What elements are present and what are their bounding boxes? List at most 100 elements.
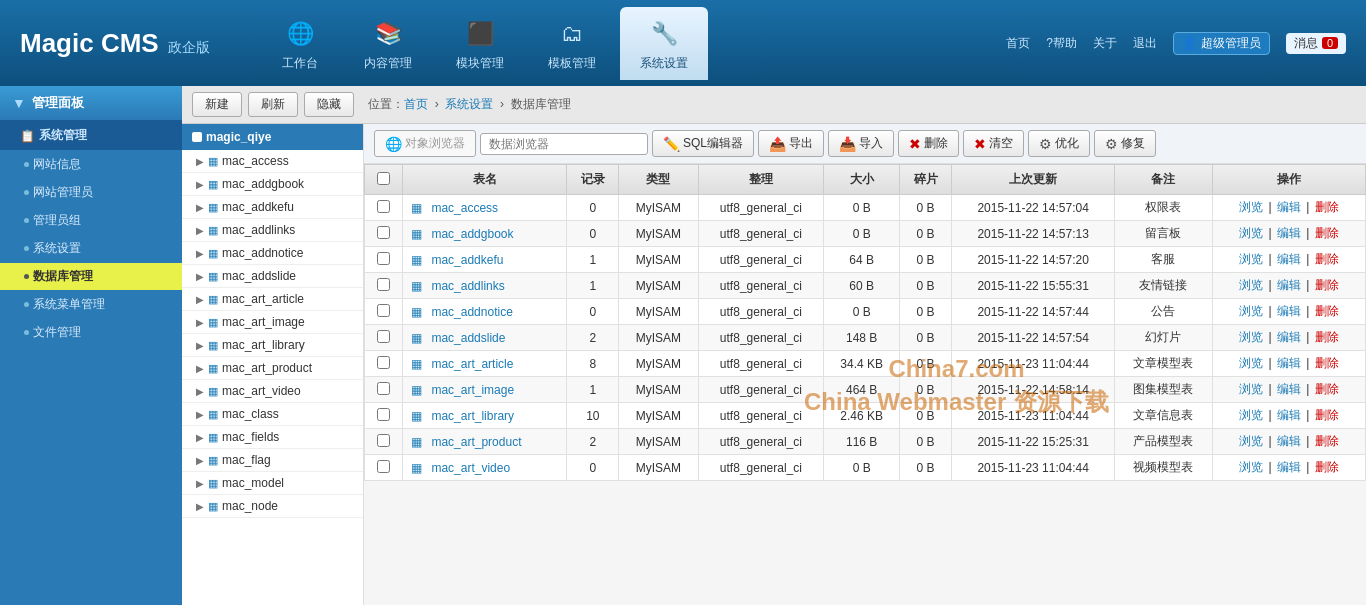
op-browse-link[interactable]: 浏览	[1239, 252, 1263, 266]
new-button[interactable]: 新建	[192, 92, 242, 117]
repair-button[interactable]: ⚙ 修复	[1094, 130, 1156, 157]
sidebar-item-menu-manage[interactable]: 系统菜单管理	[0, 291, 182, 319]
breadcrumb-system[interactable]: 系统设置	[445, 97, 493, 111]
table-name-link[interactable]: mac_art_product	[431, 435, 521, 449]
op-edit-link[interactable]: 编辑	[1277, 226, 1301, 240]
table-name-link[interactable]: mac_art_image	[431, 383, 514, 397]
tree-item[interactable]: ▶ ▦ mac_addgbook	[182, 173, 363, 196]
op-delete-link[interactable]: 删除	[1315, 434, 1339, 448]
hide-button[interactable]: 隐藏	[304, 92, 354, 117]
nav-workbench[interactable]: 🌐 工作台	[260, 7, 340, 80]
op-edit-link[interactable]: 编辑	[1277, 434, 1301, 448]
row-select-checkbox[interactable]	[377, 252, 390, 265]
link-about[interactable]: 关于	[1093, 35, 1117, 52]
op-browse-link[interactable]: 浏览	[1239, 200, 1263, 214]
data-browse-input[interactable]	[480, 133, 648, 155]
op-edit-link[interactable]: 编辑	[1277, 278, 1301, 292]
op-edit-link[interactable]: 编辑	[1277, 356, 1301, 370]
op-browse-link[interactable]: 浏览	[1239, 278, 1263, 292]
table-name-link[interactable]: mac_art_library	[431, 409, 514, 423]
row-select-checkbox[interactable]	[377, 330, 390, 343]
table-name-link[interactable]: mac_art_video	[431, 461, 510, 475]
op-browse-link[interactable]: 浏览	[1239, 356, 1263, 370]
row-select-checkbox[interactable]	[377, 434, 390, 447]
row-select-checkbox[interactable]	[377, 304, 390, 317]
op-edit-link[interactable]: 编辑	[1277, 382, 1301, 396]
sidebar-section-system[interactable]: 📋 系统管理	[0, 121, 182, 151]
op-delete-link[interactable]: 删除	[1315, 382, 1339, 396]
table-name-link[interactable]: mac_addslide	[431, 331, 505, 345]
op-delete-link[interactable]: 删除	[1315, 252, 1339, 266]
sidebar-item-admin-group[interactable]: 管理员组	[0, 207, 182, 235]
table-name-link[interactable]: mac_addlinks	[431, 279, 504, 293]
op-delete-link[interactable]: 删除	[1315, 356, 1339, 370]
refresh-button[interactable]: 刷新	[248, 92, 298, 117]
sidebar-item-db-manage[interactable]: 数据库管理	[0, 263, 182, 291]
row-select-checkbox[interactable]	[377, 356, 390, 369]
row-select-checkbox[interactable]	[377, 460, 390, 473]
op-delete-link[interactable]: 删除	[1315, 460, 1339, 474]
op-delete-link[interactable]: 删除	[1315, 278, 1339, 292]
tree-item[interactable]: ▶ ▦ mac_flag	[182, 449, 363, 472]
table-name-link[interactable]: mac_addkefu	[431, 253, 503, 267]
op-delete-link[interactable]: 删除	[1315, 304, 1339, 318]
op-delete-link[interactable]: 删除	[1315, 200, 1339, 214]
sidebar-item-admin[interactable]: 网站管理员	[0, 179, 182, 207]
tree-item[interactable]: ▶ ▦ mac_art_image	[182, 311, 363, 334]
op-edit-link[interactable]: 编辑	[1277, 330, 1301, 344]
browse-select-button[interactable]: 🌐 对象浏览器	[374, 130, 476, 157]
row-select-checkbox[interactable]	[377, 408, 390, 421]
sql-editor-button[interactable]: ✏️ SQL编辑器	[652, 130, 754, 157]
tree-item[interactable]: ▶ ▦ mac_access	[182, 150, 363, 173]
tree-item[interactable]: ▶ ▦ mac_class	[182, 403, 363, 426]
table-name-link[interactable]: mac_art_article	[431, 357, 513, 371]
tree-item[interactable]: ▶ ▦ mac_art_product	[182, 357, 363, 380]
sidebar-item-website-info[interactable]: 网站信息	[0, 151, 182, 179]
tree-item[interactable]: ▶ ▦ mac_addslide	[182, 265, 363, 288]
op-browse-link[interactable]: 浏览	[1239, 304, 1263, 318]
op-browse-link[interactable]: 浏览	[1239, 460, 1263, 474]
import-button[interactable]: 📥 导入	[828, 130, 894, 157]
optimize-button[interactable]: ⚙ 优化	[1028, 130, 1090, 157]
sidebar-item-file-manage[interactable]: 文件管理	[0, 319, 182, 347]
op-browse-link[interactable]: 浏览	[1239, 330, 1263, 344]
row-select-checkbox[interactable]	[377, 226, 390, 239]
op-delete-link[interactable]: 删除	[1315, 330, 1339, 344]
tree-item[interactable]: ▶ ▦ mac_addkefu	[182, 196, 363, 219]
op-edit-link[interactable]: 编辑	[1277, 460, 1301, 474]
op-browse-link[interactable]: 浏览	[1239, 408, 1263, 422]
nav-template[interactable]: 🗂 模板管理	[528, 7, 616, 80]
message-badge[interactable]: 消息 0	[1286, 33, 1346, 54]
select-all-checkbox[interactable]	[377, 172, 390, 185]
nav-content[interactable]: 📚 内容管理	[344, 7, 432, 80]
tree-item[interactable]: ▶ ▦ mac_art_video	[182, 380, 363, 403]
row-select-checkbox[interactable]	[377, 382, 390, 395]
clear-button[interactable]: ✖ 清空	[963, 130, 1024, 157]
tree-item[interactable]: ▶ ▦ mac_model	[182, 472, 363, 495]
op-edit-link[interactable]: 编辑	[1277, 200, 1301, 214]
tree-item[interactable]: ▶ ▦ mac_art_article	[182, 288, 363, 311]
breadcrumb-home[interactable]: 首页	[404, 97, 428, 111]
op-browse-link[interactable]: 浏览	[1239, 382, 1263, 396]
table-name-link[interactable]: mac_addgbook	[431, 227, 513, 241]
tree-item[interactable]: ▶ ▦ mac_node	[182, 495, 363, 518]
export-button[interactable]: 📤 导出	[758, 130, 824, 157]
op-edit-link[interactable]: 编辑	[1277, 304, 1301, 318]
op-edit-link[interactable]: 编辑	[1277, 252, 1301, 266]
row-select-checkbox[interactable]	[377, 200, 390, 213]
link-home[interactable]: 首页	[1006, 35, 1030, 52]
nav-system[interactable]: 🔧 系统设置	[620, 7, 708, 80]
tree-item[interactable]: ▶ ▦ mac_fields	[182, 426, 363, 449]
tree-item[interactable]: ▶ ▦ mac_art_library	[182, 334, 363, 357]
table-name-link[interactable]: mac_addnotice	[431, 305, 512, 319]
row-select-checkbox[interactable]	[377, 278, 390, 291]
op-edit-link[interactable]: 编辑	[1277, 408, 1301, 422]
tree-item[interactable]: ▶ ▦ mac_addnotice	[182, 242, 363, 265]
link-logout[interactable]: 退出	[1133, 35, 1157, 52]
op-browse-link[interactable]: 浏览	[1239, 434, 1263, 448]
op-delete-link[interactable]: 删除	[1315, 408, 1339, 422]
table-name-link[interactable]: mac_access	[431, 201, 498, 215]
tree-item[interactable]: ▶ ▦ mac_addlinks	[182, 219, 363, 242]
link-help[interactable]: ?帮助	[1046, 35, 1077, 52]
nav-module[interactable]: ⬛ 模块管理	[436, 7, 524, 80]
